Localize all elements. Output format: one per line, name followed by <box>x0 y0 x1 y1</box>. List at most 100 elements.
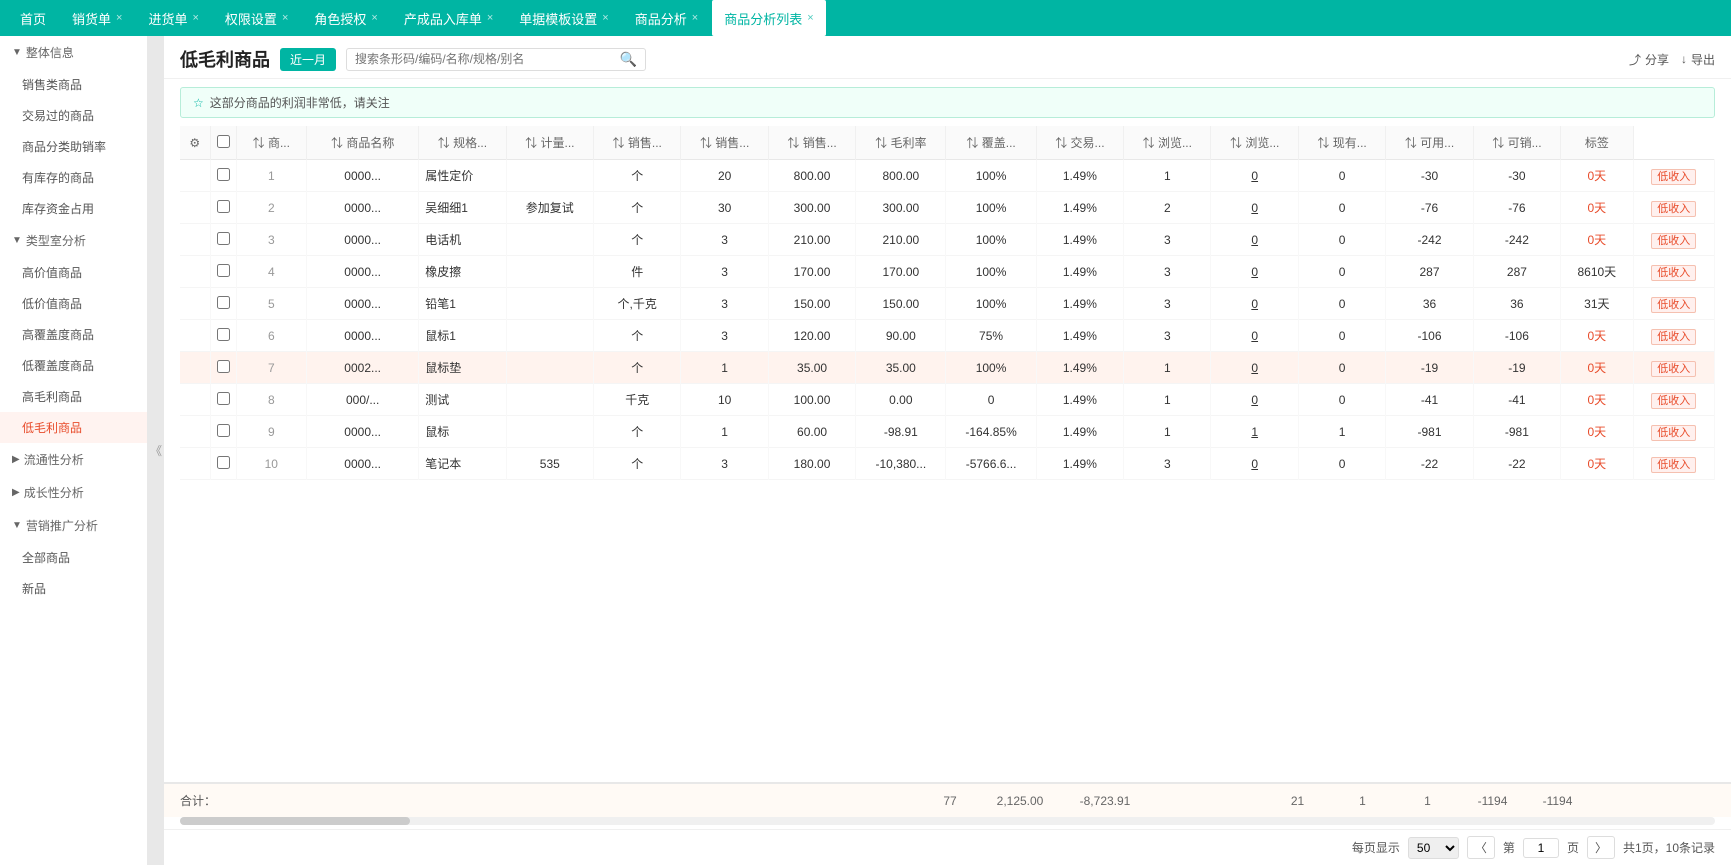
sort-icon: ⇅ <box>787 136 799 150</box>
sidebar-item-low-value[interactable]: 低价值商品 <box>0 288 147 319</box>
export-button[interactable]: ↓ 导出 <box>1681 51 1715 68</box>
row-checkbox[interactable] <box>210 448 236 480</box>
sidebar-group-growth-analysis[interactable]: ▶ 成长性分析 <box>0 476 147 509</box>
nav-product-analysis-list[interactable]: 商品分析列表 × <box>712 0 825 36</box>
search-input[interactable] <box>355 52 620 66</box>
row-select-checkbox[interactable] <box>217 296 230 309</box>
nav-permissions[interactable]: 权限设置 × <box>213 0 300 36</box>
row-select-checkbox[interactable] <box>217 360 230 373</box>
sidebar-item-category-rate[interactable]: 商品分类助销率 <box>0 131 147 162</box>
row-views1[interactable]: 1 <box>1211 416 1298 448</box>
row-gross-margin: 100% <box>946 192 1036 224</box>
row-checkbox[interactable] <box>210 416 236 448</box>
row-views1[interactable]: 0 <box>1211 192 1298 224</box>
nav-template[interactable]: 单据模板设置 × <box>507 0 620 36</box>
nav-product-analysis-close[interactable]: × <box>692 12 698 24</box>
nav-product-analysis-list-close[interactable]: × <box>807 12 813 24</box>
nav-home[interactable]: 首页 <box>8 0 58 36</box>
row-spec <box>506 288 593 320</box>
row-checkbox[interactable] <box>210 320 236 352</box>
sidebar-item-high-coverage[interactable]: 高覆盖度商品 <box>0 319 147 350</box>
sidebar-item-high-value[interactable]: 高价值商品 <box>0 257 147 288</box>
col-settings[interactable]: ⚙ <box>180 126 210 160</box>
row-spec <box>506 384 593 416</box>
row-views1[interactable]: 0 <box>1211 224 1298 256</box>
share-button[interactable]: ⤴ 分享 <box>1629 51 1669 68</box>
row-saleable: 0天 <box>1561 416 1633 448</box>
share-icon: ⤴ <box>1629 51 1641 68</box>
row-tag: 低收入 <box>1633 160 1714 192</box>
row-views1[interactable]: 0 <box>1211 256 1298 288</box>
sidebar-item-new-goods[interactable]: 新品 <box>0 573 147 604</box>
row-no: 10 <box>236 448 307 480</box>
horizontal-scrollbar[interactable] <box>180 817 1715 825</box>
sidebar-item-low-margin[interactable]: 低毛利商品 <box>0 412 147 443</box>
row-select-checkbox[interactable] <box>217 200 230 213</box>
row-coverage: 1.49% <box>1036 320 1123 352</box>
row-checkbox[interactable] <box>210 352 236 384</box>
nav-permissions-close[interactable]: × <box>282 12 288 24</box>
row-views1[interactable]: 0 <box>1211 320 1298 352</box>
filter-button[interactable]: 近一月 <box>280 48 336 71</box>
nav-roles[interactable]: 角色授权 × <box>302 0 389 36</box>
sidebar-group-overall[interactable]: ▼ 整体信息 <box>0 36 147 69</box>
row-saleable: 0天 <box>1561 448 1633 480</box>
sidebar-group-type-analysis[interactable]: ▼ 类型室分析 <box>0 224 147 257</box>
sidebar-item-all-goods[interactable]: 全部商品 <box>0 542 147 573</box>
row-unit: 个 <box>594 192 681 224</box>
row-views1[interactable]: 0 <box>1211 352 1298 384</box>
row-views1[interactable]: 0 <box>1211 384 1298 416</box>
settings-icon[interactable]: ⚙ <box>189 136 200 150</box>
row-select-checkbox[interactable] <box>217 264 230 277</box>
row-select-checkbox[interactable] <box>217 232 230 245</box>
select-all-checkbox[interactable] <box>217 135 230 148</box>
row-checkbox[interactable] <box>210 224 236 256</box>
row-select-checkbox[interactable] <box>217 424 230 437</box>
search-icon[interactable]: 🔍 <box>620 51 637 68</box>
nav-sales[interactable]: 销货单 × <box>60 0 134 36</box>
sidebar-item-low-coverage[interactable]: 低覆盖度商品 <box>0 350 147 381</box>
row-code: 0000... <box>307 320 419 352</box>
nav-purchase-close[interactable]: × <box>192 12 198 24</box>
row-unit: 个 <box>594 416 681 448</box>
row-views1[interactable]: 0 <box>1211 288 1298 320</box>
sidebar-group-flow-analysis[interactable]: ▶ 流通性分析 <box>0 443 147 476</box>
nav-product-in-close[interactable]: × <box>487 12 493 24</box>
nav-roles-close[interactable]: × <box>371 12 377 24</box>
row-code: 0000... <box>307 192 419 224</box>
row-checkbox[interactable] <box>210 288 236 320</box>
row-checkbox[interactable] <box>210 160 236 192</box>
row-views1[interactable]: 0 <box>1211 448 1298 480</box>
row-current: -41 <box>1386 384 1473 416</box>
sidebar-item-stock-goods[interactable]: 有库存的商品 <box>0 162 147 193</box>
scrollbar-thumb[interactable] <box>180 817 410 825</box>
row-select-checkbox[interactable] <box>217 328 230 341</box>
row-views1[interactable]: 0 <box>1211 160 1298 192</box>
next-page-button[interactable]: 〉 <box>1587 836 1615 859</box>
prev-page-button[interactable]: 〈 <box>1467 836 1495 859</box>
row-sales-qty: 10 <box>681 384 768 416</box>
sidebar-item-traded-goods[interactable]: 交易过的商品 <box>0 100 147 131</box>
sidebar-item-stock-capital[interactable]: 库存资金占用 <box>0 193 147 224</box>
row-sales-amount: 800.00 <box>856 160 946 192</box>
nav-purchase[interactable]: 进货单 × <box>136 0 210 36</box>
per-page-select[interactable]: 50 100 200 <box>1408 837 1459 859</box>
row-no: 6 <box>236 320 307 352</box>
sidebar-item-sales-goods[interactable]: 销售类商品 <box>0 69 147 100</box>
sidebar-item-high-margin[interactable]: 高毛利商品 <box>0 381 147 412</box>
row-checkbox[interactable] <box>210 256 236 288</box>
row-select-checkbox[interactable] <box>217 168 230 181</box>
page-number-input[interactable] <box>1523 838 1559 858</box>
sidebar-collapse-button[interactable]: 《 <box>148 36 164 865</box>
nav-product-analysis[interactable]: 商品分析 × <box>623 0 710 36</box>
row-current: -22 <box>1386 448 1473 480</box>
row-checkbox[interactable] <box>210 384 236 416</box>
row-checkbox[interactable] <box>210 192 236 224</box>
nav-sales-close[interactable]: × <box>116 12 122 24</box>
row-select-checkbox[interactable] <box>217 392 230 405</box>
nav-template-close[interactable]: × <box>602 12 608 24</box>
nav-product-in[interactable]: 产成品入库单 × <box>392 0 505 36</box>
col-sales-price: ⇅ 销售... <box>681 126 768 160</box>
row-select-checkbox[interactable] <box>217 456 230 469</box>
sidebar-group-marketing-analysis[interactable]: ▼ 营销推广分析 <box>0 509 147 542</box>
